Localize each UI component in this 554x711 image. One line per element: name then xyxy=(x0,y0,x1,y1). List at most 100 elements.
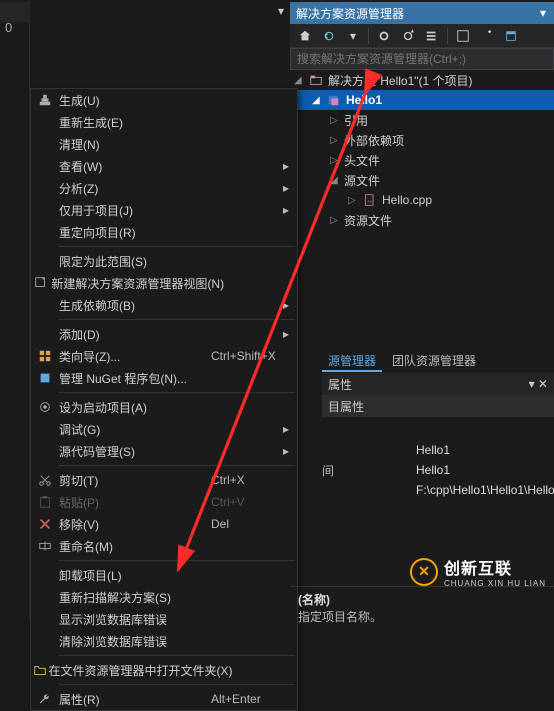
wrench-icon xyxy=(31,692,59,706)
tree-label: 源文件 xyxy=(344,172,380,189)
watermark-subtext: CHUANG XIN HU LIAN xyxy=(444,579,546,588)
chevron-right-icon[interactable]: ▷ xyxy=(330,215,340,226)
toolbar-separator xyxy=(368,28,369,44)
menu-rescan[interactable]: 重新扫描解决方案(S) xyxy=(31,586,297,608)
tree-label: 资源文件 xyxy=(344,212,392,229)
home-icon[interactable] xyxy=(296,27,314,45)
watermark-text: 创新互联 xyxy=(444,555,546,579)
tree-label: 解决方案"Hello1"(1 个项目) xyxy=(328,72,473,89)
chevron-right-icon[interactable]: ▷ xyxy=(348,195,358,206)
menu-separator xyxy=(59,246,295,247)
chevron-down-icon[interactable]: ◢ xyxy=(330,175,340,186)
menu-class-wizard[interactable]: 类向导(Z)...Ctrl+Shift+X xyxy=(31,345,297,367)
tab-solution-explorer[interactable]: 源管理器 xyxy=(322,350,382,372)
sync-icon[interactable] xyxy=(375,27,393,45)
menu-paste: 粘贴(P)Ctrl+V xyxy=(31,491,297,513)
watermark-logo-icon: ✕ xyxy=(410,558,438,586)
tree-label: Hello1 xyxy=(346,93,382,107)
menu-scope[interactable]: 限定为此范围(S) xyxy=(31,250,297,272)
toolbar-separator xyxy=(447,28,448,44)
property-row[interactable]: F:\cpp\Hello1\Hello1\Hello xyxy=(322,480,554,500)
menu-source-control[interactable]: 源代码管理(S)▸ xyxy=(31,440,297,462)
tab-team-explorer[interactable]: 团队资源管理器 xyxy=(386,350,482,372)
menu-unload[interactable]: 卸载项目(L) xyxy=(31,564,297,586)
menu-build-deps[interactable]: 生成依赖项(B)▸ xyxy=(31,294,297,316)
tree-solution-node[interactable]: ◢ 解决方案"Hello1"(1 个项目) xyxy=(290,70,554,90)
properties-grid: Hello1 间Hello1 F:\cpp\Hello1\Hello1\Hell… xyxy=(322,440,554,500)
chevron-right-icon[interactable]: ▷ xyxy=(330,135,340,146)
search-input[interactable] xyxy=(290,48,554,70)
menu-rename[interactable]: 重命名(M) xyxy=(31,535,297,557)
menu-show-browse-errors[interactable]: 显示浏览数据库错误 xyxy=(31,608,297,630)
menu-build[interactable]: 生成(U) xyxy=(31,89,297,111)
tree-references-node[interactable]: ▷ 引用 xyxy=(290,110,554,130)
watermark: ✕ 创新互联 CHUANG XIN HU LIAN xyxy=(410,555,546,588)
collapse-icon[interactable] xyxy=(423,27,441,45)
property-desc-text: 指定项目名称。 xyxy=(298,608,546,625)
chevron-down-icon[interactable]: ◢ xyxy=(312,95,322,106)
solution-explorer-search[interactable] xyxy=(290,48,554,70)
project-icon xyxy=(326,92,342,108)
tree-label: 外部依赖项 xyxy=(344,132,404,149)
paste-icon xyxy=(31,495,59,509)
tree-label: 引用 xyxy=(344,112,368,129)
menu-separator xyxy=(59,319,295,320)
tree-sources-node[interactable]: ◢ 源文件 xyxy=(290,170,554,190)
submenu-arrow-icon: ▸ xyxy=(211,298,297,312)
tree-resources-node[interactable]: ▷ 资源文件 xyxy=(290,210,554,230)
menu-analyze[interactable]: 分析(Z)▸ xyxy=(31,177,297,199)
submenu-arrow-icon: ▸ xyxy=(211,159,297,173)
class-wizard-icon xyxy=(31,349,59,363)
menu-remove[interactable]: 移除(V)Del xyxy=(31,513,297,535)
menu-project-only[interactable]: 仅用于项目(J)▸ xyxy=(31,199,297,221)
folder-open-icon xyxy=(31,663,48,677)
menu-retarget[interactable]: 重定向项目(R) xyxy=(31,221,297,243)
panel-title: 解决方案资源管理器 xyxy=(296,5,538,22)
menu-separator xyxy=(59,560,295,561)
panel-dropdown-icon[interactable]: ▾ xyxy=(278,4,284,18)
menu-add[interactable]: 添加(D)▸ xyxy=(31,323,297,345)
editor-tab-stub xyxy=(0,2,30,22)
menu-clear-browse-errors[interactable]: 清除浏览数据库错误 xyxy=(31,630,297,652)
chevron-down-icon[interactable]: ◢ xyxy=(294,75,304,86)
cut-icon xyxy=(31,473,59,487)
editor-gutter xyxy=(0,0,30,620)
tree-file-node[interactable]: ▷ ++ Hello.cpp xyxy=(290,190,554,210)
menu-view[interactable]: 查看(W)▸ xyxy=(31,155,297,177)
svg-text:++: ++ xyxy=(367,199,373,204)
menu-separator xyxy=(59,655,295,656)
back-icon[interactable] xyxy=(320,27,338,45)
menu-startup[interactable]: 设为启动项目(A) xyxy=(31,396,297,418)
startup-icon xyxy=(31,400,59,414)
chevron-right-icon[interactable]: ▷ xyxy=(330,115,340,126)
menu-nuget[interactable]: 管理 NuGet 程序包(N)... xyxy=(31,367,297,389)
refresh-icon[interactable] xyxy=(399,27,417,45)
solution-explorer-toolbar: ▾ xyxy=(290,24,554,48)
menu-new-view[interactable]: 新建解决方案资源管理器视图(N) xyxy=(31,272,297,294)
preview-icon[interactable] xyxy=(502,27,520,45)
build-icon xyxy=(31,93,59,107)
panel-menu-dropdown-icon[interactable]: ▾ xyxy=(538,6,548,20)
solution-tree: ◢ 解决方案"Hello1"(1 个项目) ◢ Hello1 ▷ 引用 ▷ 外部… xyxy=(290,70,554,230)
tree-external-deps-node[interactable]: ▷ 外部依赖项 xyxy=(290,130,554,150)
properties-icon[interactable] xyxy=(478,27,496,45)
menu-rebuild[interactable]: 重新生成(E) xyxy=(31,111,297,133)
menu-properties[interactable]: 属性(R)Alt+Enter xyxy=(31,688,297,710)
properties-panel-header: 属性 ▾ ✕ xyxy=(322,373,554,395)
submenu-arrow-icon: ▸ xyxy=(211,327,297,341)
chevron-right-icon[interactable]: ▷ xyxy=(330,155,340,166)
tree-label: Hello.cpp xyxy=(382,193,432,207)
forward-icon[interactable]: ▾ xyxy=(344,27,362,45)
property-row[interactable]: Hello1 xyxy=(322,440,554,460)
tree-headers-node[interactable]: ▷ 头文件 xyxy=(290,150,554,170)
show-all-icon[interactable] xyxy=(454,27,472,45)
properties-object-selector[interactable]: 目属性 xyxy=(322,395,554,417)
property-row[interactable]: 间Hello1 xyxy=(322,460,554,480)
panel-menu-dropdown-icon[interactable]: ▾ ✕ xyxy=(529,377,548,391)
menu-open-folder[interactable]: 在文件资源管理器中打开文件夹(X) xyxy=(31,659,297,681)
tree-project-node[interactable]: ◢ Hello1 xyxy=(290,90,554,110)
menu-clean[interactable]: 清理(N) xyxy=(31,133,297,155)
solution-explorer-header: 解决方案资源管理器 ▾ xyxy=(290,2,554,24)
menu-cut[interactable]: 剪切(T)Ctrl+X xyxy=(31,469,297,491)
menu-debug[interactable]: 调试(G)▸ xyxy=(31,418,297,440)
